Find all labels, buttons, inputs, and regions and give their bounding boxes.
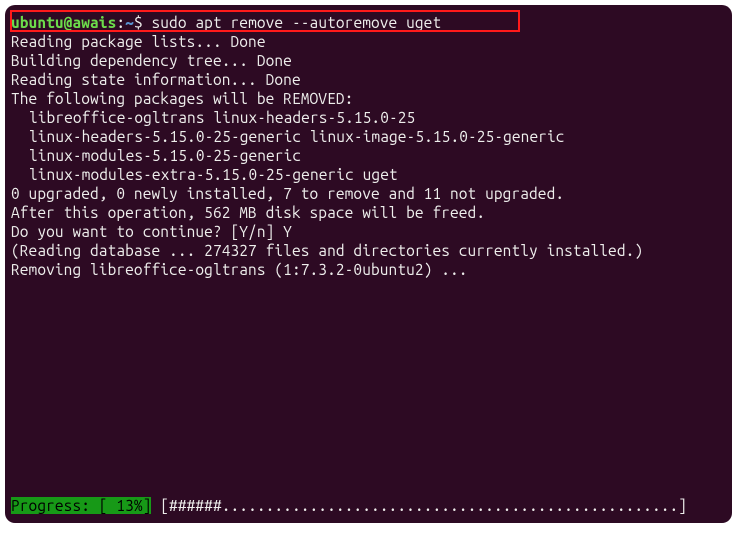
prompt-dollar: $: [134, 14, 152, 31]
prompt-cwd: ~: [125, 14, 134, 31]
output-line: The following packages will be REMOVED:: [11, 89, 726, 108]
output-line: (Reading database ... 274327 files and d…: [11, 241, 726, 260]
package-line: libreoffice-ogltrans linux-headers-5.15.…: [11, 108, 726, 127]
progress-label: Progress: [ 13%]: [11, 497, 151, 514]
prompt-colon: :: [116, 14, 125, 31]
package-line: linux-headers-5.15.0-25-generic linux-im…: [11, 127, 726, 146]
package-line: linux-modules-extra-5.15.0-25-generic ug…: [11, 165, 726, 184]
output-line: Removing libreoffice-ogltrans (1:7.3.2-0…: [11, 260, 726, 279]
package-line: linux-modules-5.15.0-25-generic: [11, 146, 726, 165]
output-line: 0 upgraded, 0 newly installed, 7 to remo…: [11, 184, 726, 203]
output-line: Reading state information... Done: [11, 70, 726, 89]
terminal-window[interactable]: ubuntu@awais:~$ sudo apt remove --autore…: [5, 5, 732, 523]
progress-bar: [######.................................…: [151, 497, 695, 514]
prompt-user-host: ubuntu@awais: [11, 14, 116, 31]
command-text: sudo apt remove --autoremove uget: [152, 14, 442, 31]
terminal-content: ubuntu@awais:~$ sudo apt remove --autore…: [11, 13, 726, 485]
progress-row: Progress: [ 13%] [######................…: [11, 496, 696, 515]
output-line: Building dependency tree... Done: [11, 51, 726, 70]
output-line: After this operation, 562 MB disk space …: [11, 203, 726, 222]
confirm-line: Do you want to continue? [Y/n] Y: [11, 222, 726, 241]
output-line: Reading package lists... Done: [11, 32, 726, 51]
prompt-line: ubuntu@awais:~$ sudo apt remove --autore…: [11, 14, 441, 31]
